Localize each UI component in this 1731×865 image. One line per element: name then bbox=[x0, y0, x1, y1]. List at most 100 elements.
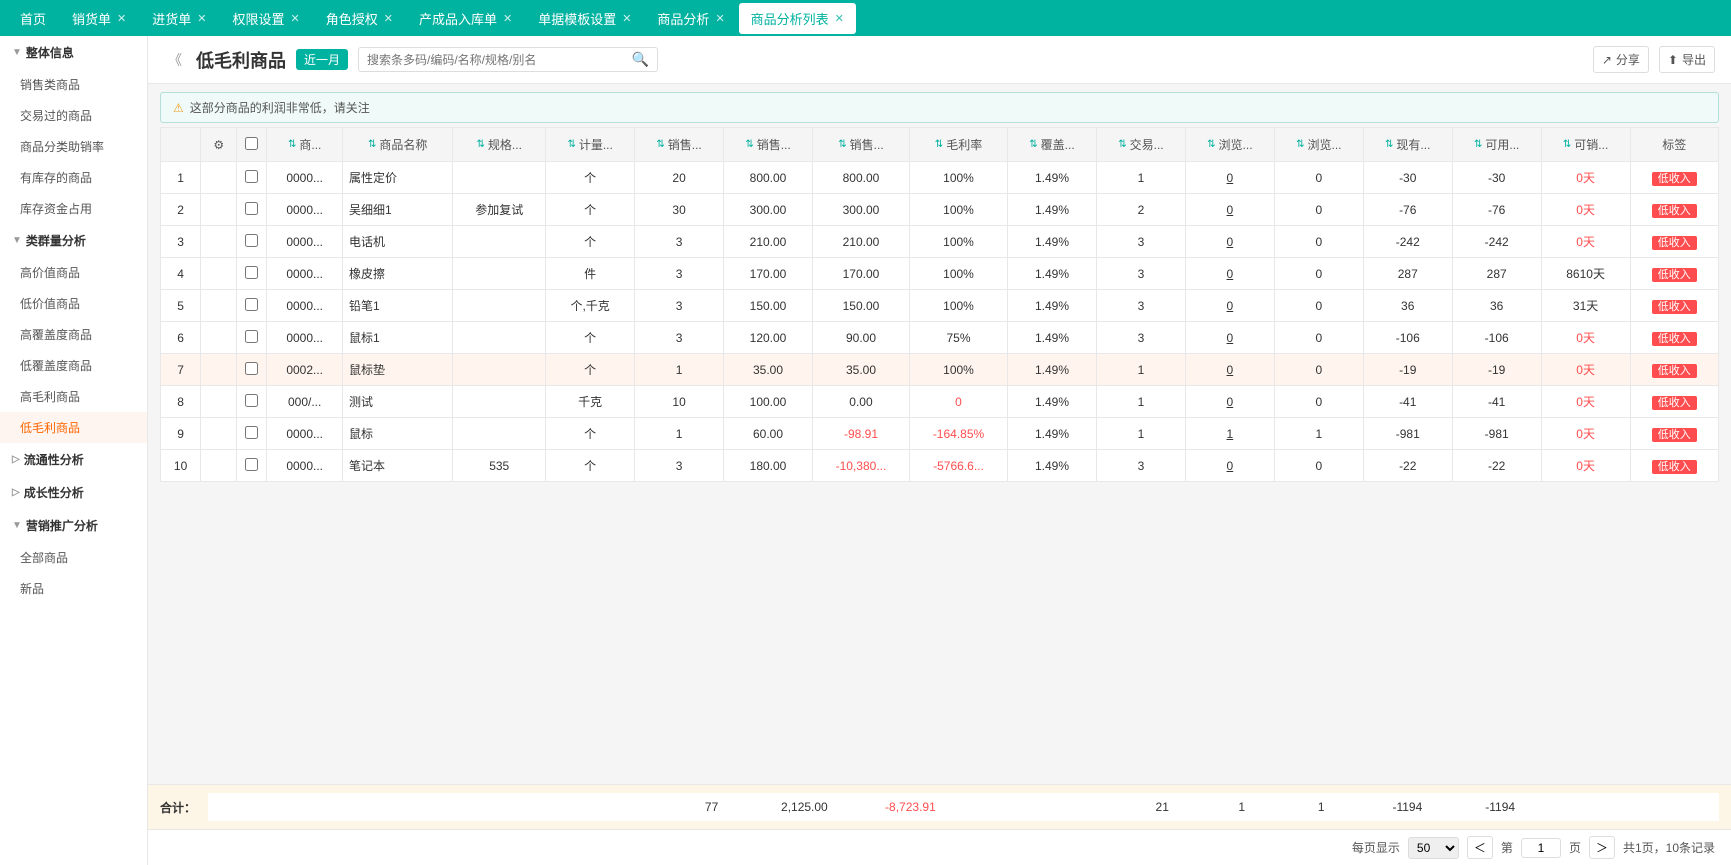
nav-close-product-analysis[interactable]: ✕ bbox=[715, 12, 724, 25]
sidebar-group-cluster[interactable]: ▼ 类群量分析 bbox=[0, 224, 147, 257]
nav-permission[interactable]: 权限设置 ✕ bbox=[220, 3, 311, 34]
sidebar-item-stock-capital[interactable]: 库存资金占用 bbox=[0, 193, 147, 224]
col-sales-profit[interactable]: ⇅销售... bbox=[812, 128, 909, 162]
row-checkbox-cell[interactable] bbox=[237, 226, 267, 258]
nav-sales[interactable]: 销货单 ✕ bbox=[60, 3, 138, 34]
nav-close-template[interactable]: ✕ bbox=[622, 12, 631, 25]
col-spec[interactable]: ⇅规格... bbox=[453, 128, 546, 162]
sidebar-item-high-profit[interactable]: 高毛利商品 bbox=[0, 381, 147, 412]
nav-close-sales[interactable]: ✕ bbox=[117, 12, 126, 25]
row-checkbox[interactable] bbox=[245, 394, 258, 407]
nav-close-role[interactable]: ✕ bbox=[384, 12, 393, 25]
sidebar-item-high-value[interactable]: 高价值商品 bbox=[0, 257, 147, 288]
row-view1[interactable]: 0 bbox=[1185, 194, 1274, 226]
col-sales-price[interactable]: ⇅销售... bbox=[724, 128, 813, 162]
checkbox-all[interactable] bbox=[245, 137, 258, 150]
sidebar-item-new-products[interactable]: 新品 bbox=[0, 573, 147, 604]
col-unit[interactable]: ⇅计量... bbox=[546, 128, 635, 162]
col-gross-rate[interactable]: ⇅毛利率 bbox=[909, 128, 1007, 162]
col-stock-now[interactable]: ⇅现有... bbox=[1363, 128, 1452, 162]
next-page-btn[interactable]: ＞ bbox=[1589, 836, 1615, 859]
sidebar-group-marketing[interactable]: ▼ 营销推广分析 bbox=[0, 509, 147, 542]
row-checkbox-cell[interactable] bbox=[237, 322, 267, 354]
search-input[interactable] bbox=[367, 53, 628, 67]
date-tag[interactable]: 近一月 bbox=[296, 49, 348, 70]
row-checkbox-cell[interactable] bbox=[237, 258, 267, 290]
row-view1[interactable]: 0 bbox=[1185, 450, 1274, 482]
col-transaction[interactable]: ⇅交易... bbox=[1096, 128, 1185, 162]
row-checkbox[interactable] bbox=[245, 202, 258, 215]
sidebar-item-stocked-products[interactable]: 有库存的商品 bbox=[0, 162, 147, 193]
page-input[interactable] bbox=[1521, 838, 1561, 858]
col-available[interactable]: ⇅可用... bbox=[1452, 128, 1541, 162]
nav-close-permission[interactable]: ✕ bbox=[291, 12, 300, 25]
footer-sales-qty: 77 bbox=[672, 793, 752, 821]
row-checkbox[interactable] bbox=[245, 458, 258, 471]
nav-close-product-analysis-list[interactable]: ✕ bbox=[835, 12, 844, 25]
nav-template[interactable]: 单据模板设置 ✕ bbox=[526, 3, 643, 34]
row-view1[interactable]: 0 bbox=[1185, 258, 1274, 290]
row-checkbox-cell[interactable] bbox=[237, 290, 267, 322]
row-checkbox[interactable] bbox=[245, 330, 258, 343]
row-name: 鼠标 bbox=[343, 418, 453, 450]
sidebar-item-high-coverage[interactable]: 高覆盖度商品 bbox=[0, 319, 147, 350]
sidebar-group-growth[interactable]: ▷ 成长性分析 bbox=[0, 476, 147, 509]
sidebar-item-all-products[interactable]: 全部商品 bbox=[0, 542, 147, 573]
row-checkbox-cell[interactable] bbox=[237, 386, 267, 418]
sidebar-item-category-sales-rate[interactable]: 商品分类助销率 bbox=[0, 131, 147, 162]
per-page-select[interactable]: 50 10 20 100 bbox=[1408, 837, 1459, 859]
col-saleable[interactable]: ⇅可销... bbox=[1541, 128, 1630, 162]
nav-close-purchase[interactable]: ✕ bbox=[197, 12, 206, 25]
share-button[interactable]: ↗ 分享 bbox=[1593, 46, 1649, 73]
col-code[interactable]: ⇅商... bbox=[267, 128, 343, 162]
col-view1[interactable]: ⇅浏览... bbox=[1185, 128, 1274, 162]
col-view2[interactable]: ⇅浏览... bbox=[1274, 128, 1363, 162]
row-checkbox-cell[interactable] bbox=[237, 354, 267, 386]
nav-product-analysis[interactable]: 商品分析 ✕ bbox=[645, 3, 736, 34]
nav-close-product-warehouse[interactable]: ✕ bbox=[503, 12, 512, 25]
row-view1[interactable]: 0 bbox=[1185, 386, 1274, 418]
row-view1[interactable]: 0 bbox=[1185, 226, 1274, 258]
row-checkbox[interactable] bbox=[245, 298, 258, 311]
nav-product-analysis-list[interactable]: 商品分析列表 ✕ bbox=[739, 3, 856, 34]
export-button[interactable]: ⬆ 导出 bbox=[1659, 46, 1715, 73]
row-checkbox[interactable] bbox=[245, 362, 258, 375]
row-checkbox-cell[interactable] bbox=[237, 162, 267, 194]
col-name[interactable]: ⇅商品名称 bbox=[343, 128, 453, 162]
row-checkbox[interactable] bbox=[245, 266, 258, 279]
sidebar-item-low-value[interactable]: 低价值商品 bbox=[0, 288, 147, 319]
col-settings[interactable]: ⚙ bbox=[201, 128, 237, 162]
sidebar-collapse-btn[interactable]: 《 bbox=[164, 48, 186, 72]
sidebar-group-overview[interactable]: ▼ 整体信息 bbox=[0, 36, 147, 69]
nav-product-warehouse[interactable]: 产成品入库单 ✕ bbox=[407, 3, 524, 34]
sidebar-item-traded-products[interactable]: 交易过的商品 bbox=[0, 100, 147, 131]
nav-home[interactable]: 首页 bbox=[8, 3, 58, 34]
row-checkbox[interactable] bbox=[245, 426, 258, 439]
col-coverage[interactable]: ⇅覆盖... bbox=[1008, 128, 1097, 162]
row-checkbox-cell[interactable] bbox=[237, 418, 267, 450]
page-header: 《 低毛利商品 近一月 🔍 ↗ 分享 ⬆ 导出 bbox=[148, 36, 1731, 84]
nav-role[interactable]: 角色授权 ✕ bbox=[314, 3, 405, 34]
row-checkbox-cell[interactable] bbox=[237, 194, 267, 226]
row-checkbox[interactable] bbox=[245, 234, 258, 247]
sidebar-item-low-coverage[interactable]: 低覆盖度商品 bbox=[0, 350, 147, 381]
search-icon[interactable]: 🔍 bbox=[632, 51, 649, 68]
prev-page-btn[interactable]: ＜ bbox=[1467, 836, 1493, 859]
row-tag: 低收入 bbox=[1630, 194, 1718, 226]
nav-purchase[interactable]: 进货单 ✕ bbox=[140, 3, 218, 34]
col-sales-qty[interactable]: ⇅销售... bbox=[635, 128, 724, 162]
row-view1[interactable]: 0 bbox=[1185, 354, 1274, 386]
row-sales-price: 35.00 bbox=[724, 354, 813, 386]
row-view1[interactable]: 1 bbox=[1185, 418, 1274, 450]
row-view1[interactable]: 0 bbox=[1185, 322, 1274, 354]
row-view1[interactable]: 0 bbox=[1185, 162, 1274, 194]
sidebar-item-sales-products[interactable]: 销售类商品 bbox=[0, 69, 147, 100]
sidebar-item-low-profit[interactable]: 低毛利商品 bbox=[0, 412, 147, 443]
row-checkbox[interactable] bbox=[245, 170, 258, 183]
row-transaction: 1 bbox=[1096, 354, 1185, 386]
col-checkbox-all[interactable] bbox=[237, 128, 267, 162]
row-view1[interactable]: 0 bbox=[1185, 290, 1274, 322]
sidebar-group-liquidity[interactable]: ▷ 流通性分析 bbox=[0, 443, 147, 476]
row-tag: 低收入 bbox=[1630, 322, 1718, 354]
row-checkbox-cell[interactable] bbox=[237, 450, 267, 482]
